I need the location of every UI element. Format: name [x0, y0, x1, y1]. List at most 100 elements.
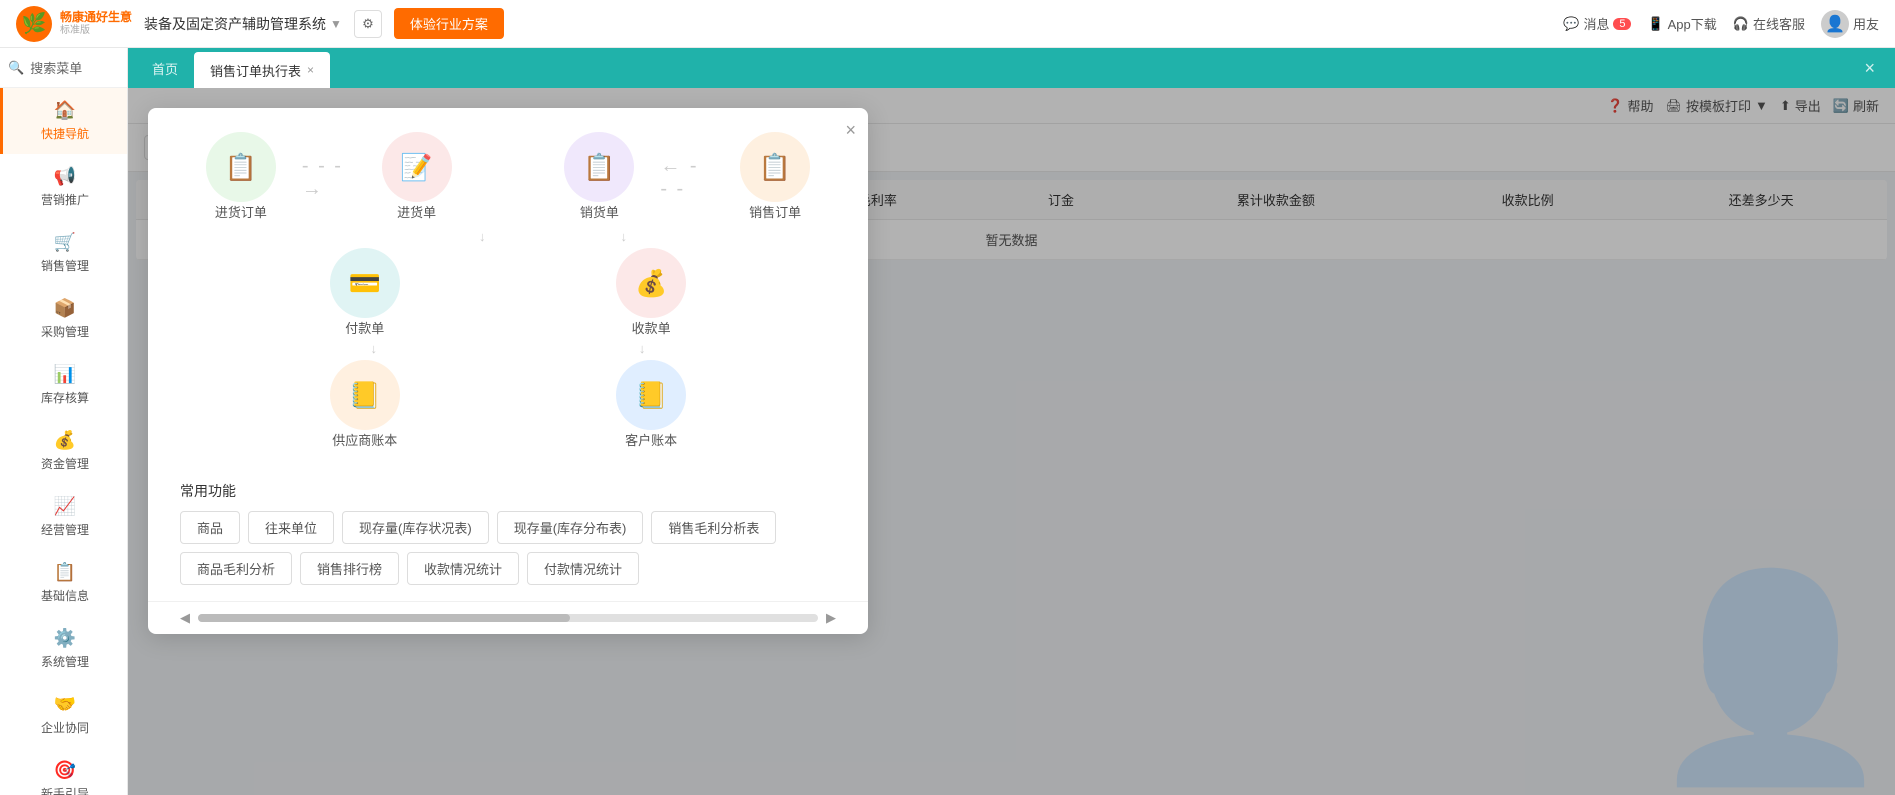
tabs-bar: 首页 销售订单执行表 × ×	[128, 48, 1895, 88]
tab-sales-order[interactable]: 销售订单执行表 ×	[194, 52, 330, 88]
s10	[754, 360, 824, 449]
function-buttons: 商品 往来单位 现存量(库存状况表) 现存量(库存分布表) 销售毛利分析表 商品…	[180, 511, 836, 585]
s7	[736, 341, 806, 356]
arrow-sales-left: ← - - -	[660, 155, 714, 201]
func-btn-product[interactable]: 商品	[180, 511, 240, 544]
supplier-account-node[interactable]: 📒 供应商账本	[285, 360, 445, 449]
flow-diagram: 📋 进货订单 - - - → 📝	[148, 108, 868, 473]
purchase-order-icon: 📋	[206, 132, 276, 202]
func-btn-sales-ranking[interactable]: 销售排行榜	[300, 552, 399, 585]
sidebar-item-quick-nav[interactable]: 🏠 快捷导航	[0, 88, 127, 154]
marketing-icon: 📢	[54, 166, 76, 187]
customer-account-icon: 📒	[616, 360, 686, 430]
arrow-down-sales-bill: ↓	[589, 229, 659, 244]
receipt-order-node[interactable]: 💰 收款单	[571, 248, 731, 337]
func-btn-inventory-status[interactable]: 现存量(库存状况表)	[342, 511, 489, 544]
scroll-left-arrow[interactable]: ◀	[180, 610, 190, 626]
purchase-icon: 📦	[54, 298, 76, 319]
func-btn-product-profit[interactable]: 商品毛利分析	[180, 552, 292, 585]
sales-bill-icon: 📋	[564, 132, 634, 202]
func-btn-sales-profit[interactable]: 销售毛利分析表	[651, 511, 776, 544]
scroll-bar-area: ◀ ▶	[148, 601, 868, 634]
content-area: ❓ 帮助 🖨 按模板打印 ▼ ⬆ 导出 🔄 刷新	[128, 88, 1895, 795]
user-menu[interactable]: 👤 用友	[1821, 10, 1879, 38]
decorative-figure: 👤	[1646, 560, 1895, 795]
main-content: 首页 销售订单执行表 × × ❓ 帮助 🖨	[128, 48, 1895, 795]
arrow-purchase-right: - - - →	[302, 155, 356, 201]
spacer4	[754, 248, 824, 337]
guide-icon: 🎯	[54, 760, 76, 781]
payment-order-node[interactable]: 💳 付款单	[285, 248, 445, 337]
experience-button[interactable]: 体验行业方案	[394, 8, 504, 39]
sidebar-item-guide[interactable]: 🎯 新手引导	[0, 748, 127, 795]
s5	[210, 341, 280, 356]
sidebar-item-inventory[interactable]: 📊 库存核算	[0, 352, 127, 418]
func-btn-payment-stats[interactable]: 付款情况统计	[527, 552, 639, 585]
sidebar-item-enterprise[interactable]: 🤝 企业协同	[0, 682, 127, 748]
sidebar-item-finance[interactable]: 💰 资金管理	[0, 418, 127, 484]
sales-order-node[interactable]: 📋 销售订单	[714, 132, 836, 221]
sales-icon: 🛒	[54, 232, 76, 253]
app-download-button[interactable]: 📱 App下载	[1647, 14, 1716, 33]
spacer3	[468, 248, 548, 337]
purchase-order-node[interactable]: 📋 进货订单	[180, 132, 302, 221]
logo-icon: 🌿	[16, 6, 52, 42]
sidebar-item-purchase[interactable]: 📦 采购管理	[0, 286, 127, 352]
headset-icon: 🎧	[1733, 16, 1749, 32]
modal-close-button[interactable]: ×	[845, 120, 856, 141]
func-btn-partner[interactable]: 往来单位	[248, 511, 334, 544]
spacer2	[192, 248, 262, 337]
operations-icon: 📈	[54, 496, 76, 517]
message-icon: 💬	[1563, 16, 1579, 32]
modal-overlay[interactable]: × 📋 进货订单	[128, 88, 1895, 795]
sales-order-icon: 📋	[740, 132, 810, 202]
home-icon: 🏠	[54, 100, 76, 121]
purchase-bill-icon: 📝	[382, 132, 452, 202]
s6	[468, 341, 548, 356]
sidebar: 🔍 搜索菜单 🏠 快捷导航 📢 营销推广 🛒 销售管理 📦 采购管理 📊	[0, 48, 128, 795]
arrow-down-payment: ↓	[339, 341, 409, 356]
scroll-right-arrow[interactable]: ▶	[826, 610, 836, 626]
arrow-down-purchase-bill	[216, 229, 286, 244]
search-menu-button[interactable]: 🔍 搜索菜单	[0, 48, 127, 88]
sidebar-item-system[interactable]: ⚙️ 系统管理	[0, 616, 127, 682]
avatar: 👤	[1821, 10, 1849, 38]
search-icon: 🔍	[8, 60, 24, 76]
tab-home[interactable]: 首页	[136, 48, 194, 88]
sales-bill-node[interactable]: 📋 销货单	[538, 132, 660, 221]
flow-modal: × 📋 进货订单	[148, 108, 868, 634]
logo: 🌿 畅康通好生意 标准版	[16, 6, 132, 42]
arrow-down-purchase-bill2: ↓	[447, 229, 517, 244]
message-badge: 5	[1613, 18, 1631, 30]
sidebar-item-marketing[interactable]: 📢 营销推广	[0, 154, 127, 220]
arrow-down-receipt: ↓	[607, 341, 677, 356]
system-name: 装备及固定资产辅助管理系统	[144, 14, 326, 34]
close-tab-button[interactable]: ×	[1852, 58, 1887, 79]
phone-icon: 📱	[1647, 16, 1663, 32]
customer-account-node[interactable]: 📒 客户账本	[571, 360, 731, 449]
dropdown-arrow-icon: ▼	[330, 17, 342, 31]
sidebar-item-operations[interactable]: 📈 经营管理	[0, 484, 127, 550]
system-name-dropdown[interactable]: 装备及固定资产辅助管理系统 ▼	[144, 14, 342, 34]
inventory-icon: 📊	[54, 364, 76, 385]
common-functions-title: 常用功能	[180, 481, 836, 501]
message-button[interactable]: 💬 消息 5	[1563, 14, 1631, 33]
func-btn-inventory-dist[interactable]: 现存量(库存分布表)	[497, 511, 644, 544]
tab-close-icon[interactable]: ×	[307, 63, 314, 77]
enterprise-icon: 🤝	[54, 694, 76, 715]
purchase-bill-node[interactable]: 📝 进货单	[356, 132, 478, 221]
settings-button[interactable]: ⚙	[354, 10, 382, 38]
basic-icon: 📋	[54, 562, 76, 583]
func-btn-receipt-stats[interactable]: 收款情况统计	[407, 552, 519, 585]
finance-icon: 💰	[54, 430, 76, 451]
online-service-button[interactable]: 🎧 在线客服	[1733, 14, 1805, 33]
arrow-down-sales-order	[730, 229, 800, 244]
receipt-order-icon: 💰	[616, 248, 686, 318]
common-functions-section: 常用功能 商品 往来单位 现存量(库存状况表) 现存量(库存分布表) 销售毛利分…	[148, 473, 868, 601]
scroll-track[interactable]	[198, 614, 818, 622]
sidebar-item-sales[interactable]: 🛒 销售管理	[0, 220, 127, 286]
system-icon: ⚙️	[54, 628, 76, 649]
logo-text: 畅康通好生意 标准版	[60, 10, 132, 36]
sidebar-item-basic[interactable]: 📋 基础信息	[0, 550, 127, 616]
scroll-thumb	[198, 614, 570, 622]
